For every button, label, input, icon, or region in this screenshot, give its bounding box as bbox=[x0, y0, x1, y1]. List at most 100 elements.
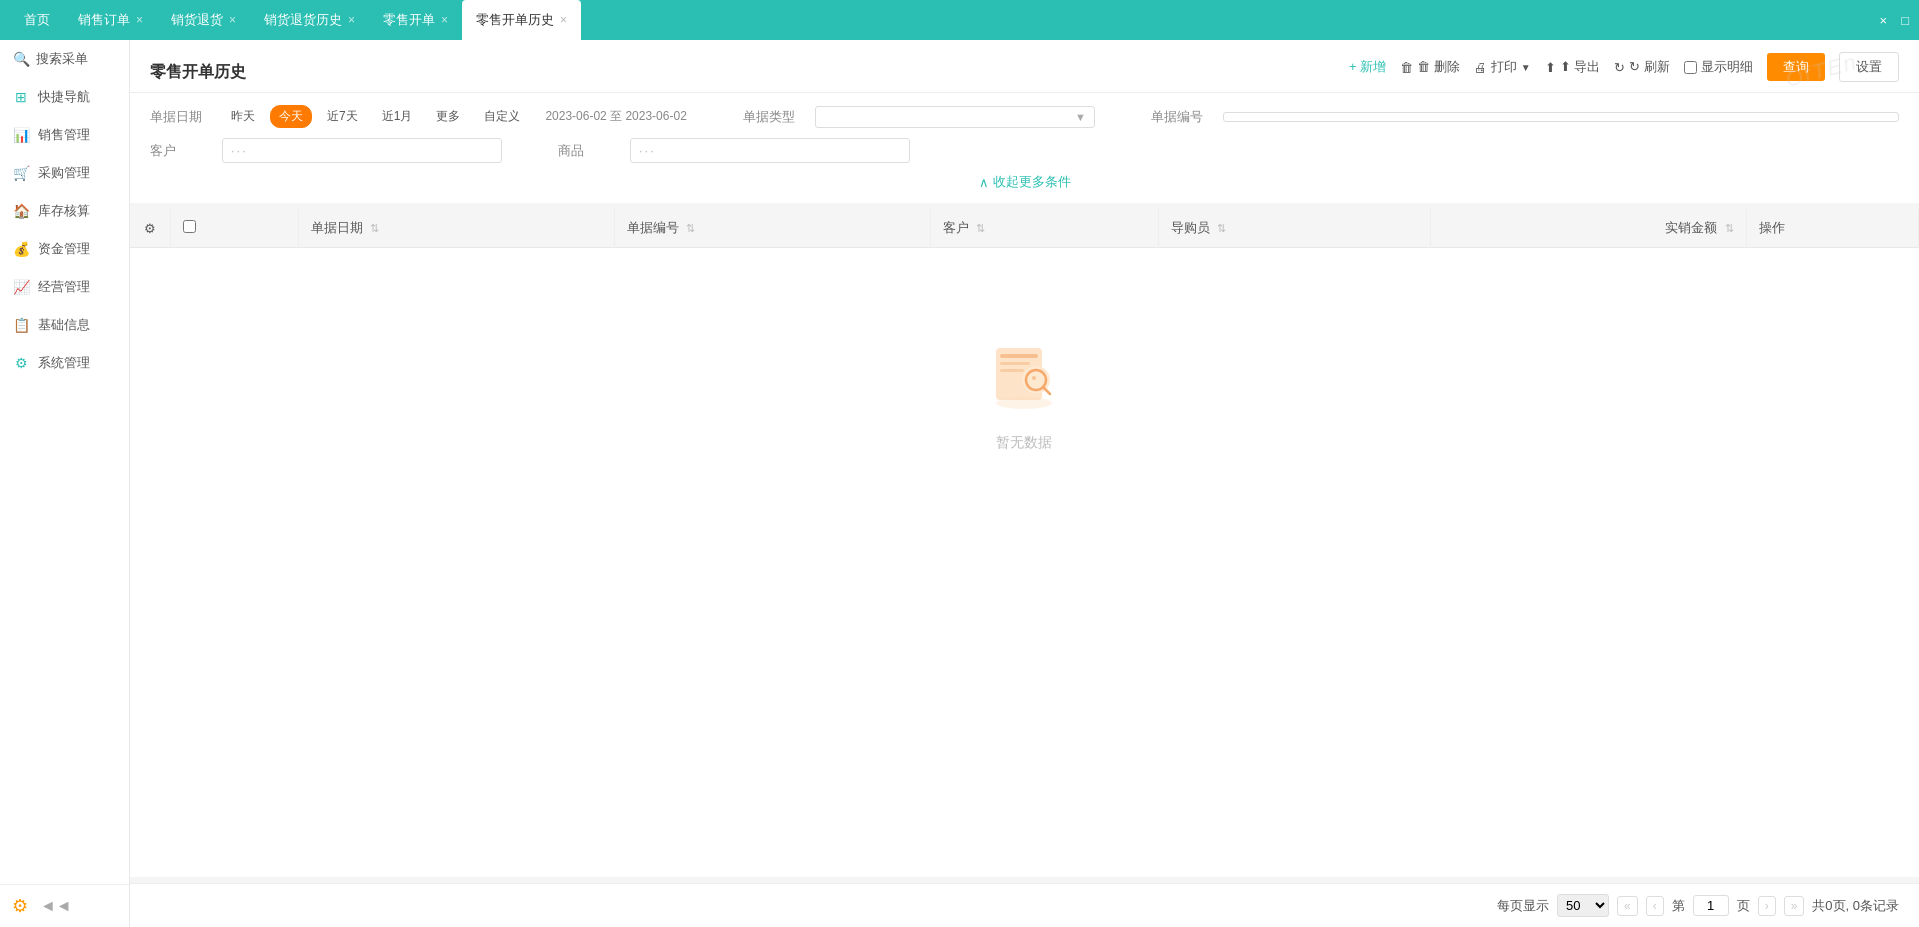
sort-number-icon[interactable]: ⇅ bbox=[686, 222, 695, 234]
table-settings-icon[interactable]: ⚙ bbox=[144, 221, 156, 236]
empty-state-row: 暂无数据 bbox=[130, 248, 1919, 533]
col-date[interactable]: 单据日期 ⇅ bbox=[298, 209, 614, 248]
goods-filter-input[interactable]: ··· bbox=[630, 138, 910, 163]
svg-rect-2 bbox=[1000, 354, 1038, 358]
col-customer-label: 客户 bbox=[943, 220, 969, 235]
show-detail-label: 显示明细 bbox=[1701, 58, 1753, 76]
sidebar-item-finance[interactable]: 💰 资金管理 bbox=[0, 230, 129, 268]
col-settings[interactable]: ⚙ bbox=[130, 209, 170, 248]
page-input[interactable] bbox=[1693, 895, 1729, 916]
tab-sales-return[interactable]: 销货退货 × bbox=[157, 0, 250, 40]
type-filter-label: 单据类型 bbox=[743, 108, 799, 126]
sidebar-item-label: 库存核算 bbox=[38, 202, 90, 220]
show-detail-checkbox[interactable]: 显示明细 bbox=[1684, 58, 1753, 76]
col-action-label: 操作 bbox=[1759, 220, 1785, 235]
system-icon: ⚙ bbox=[12, 354, 30, 372]
customer-input-dots: ··· bbox=[231, 143, 248, 158]
col-amount[interactable]: 实销金额 ⇅ bbox=[1430, 209, 1746, 248]
print-icon: 🖨 bbox=[1474, 60, 1487, 75]
tab-sales-return-history[interactable]: 销货退货历史 × bbox=[250, 0, 369, 40]
sidebar-item-system[interactable]: ⚙ 系统管理 bbox=[0, 344, 129, 382]
delete-button[interactable]: 🗑 🗑 删除 bbox=[1400, 58, 1460, 76]
sort-salesperson-icon[interactable]: ⇅ bbox=[1217, 222, 1226, 234]
col-date-label: 单据日期 bbox=[311, 220, 363, 235]
date-btn-yesterday[interactable]: 昨天 bbox=[222, 105, 264, 128]
settings-button[interactable]: 设置 bbox=[1839, 52, 1899, 82]
tab-retail-history[interactable]: 零售开单历史 × bbox=[462, 0, 581, 40]
sidebar-item-label: 采购管理 bbox=[38, 164, 90, 182]
svg-rect-4 bbox=[1000, 369, 1024, 372]
sidebar-item-operations[interactable]: 📈 经营管理 bbox=[0, 268, 129, 306]
sort-amount-icon[interactable]: ⇅ bbox=[1725, 222, 1734, 234]
tab-home-label: 首页 bbox=[24, 11, 50, 29]
col-number[interactable]: 单据编号 ⇅ bbox=[614, 209, 930, 248]
sort-customer-icon[interactable]: ⇅ bbox=[976, 222, 985, 234]
sidebar-settings-icon[interactable]: ⚙ bbox=[12, 895, 28, 917]
tab-sales-order-label: 销售订单 bbox=[78, 11, 130, 29]
refresh-button[interactable]: ↻ ↻ 刷新 bbox=[1614, 58, 1670, 76]
export-button[interactable]: ⬆ ⬆ 导出 bbox=[1545, 58, 1601, 76]
date-btn-7days[interactable]: 近7天 bbox=[318, 105, 367, 128]
print-button[interactable]: 🖨 打印 ▼ bbox=[1474, 58, 1531, 76]
collapse-button[interactable]: ∧ 收起更多条件 bbox=[979, 173, 1071, 191]
col-salesperson[interactable]: 导购员 ⇅ bbox=[1158, 209, 1430, 248]
customer-filter-input[interactable]: ··· bbox=[222, 138, 502, 163]
toolbar: + 新增 🗑 🗑 删除 🖨 打印 ▼ ⬆ ⬆ 导出 ↻ ↻ 刷新 bbox=[1349, 52, 1899, 92]
customer-filter-label: 客户 bbox=[150, 142, 206, 160]
sidebar-search[interactable]: 🔍 搜索采单 bbox=[0, 40, 129, 78]
first-page-button[interactable]: « bbox=[1617, 896, 1638, 916]
add-button[interactable]: + 新增 bbox=[1349, 58, 1386, 76]
tab-home[interactable]: 首页 bbox=[10, 0, 64, 40]
sidebar-item-sales-mgmt[interactable]: 📊 销售管理 bbox=[0, 116, 129, 154]
sales-mgmt-icon: 📊 bbox=[12, 126, 30, 144]
close-icon[interactable]: × bbox=[229, 13, 236, 27]
refresh-icon: ↻ bbox=[1614, 60, 1625, 75]
page-label: 第 bbox=[1672, 897, 1685, 915]
sidebar-item-inventory[interactable]: 🏠 库存核算 bbox=[0, 192, 129, 230]
type-filter-select[interactable]: ▼ bbox=[815, 106, 1095, 128]
sidebar-item-quick-nav[interactable]: ⊞ 快捷导航 bbox=[0, 78, 129, 116]
date-btn-1month[interactable]: 近1月 bbox=[373, 105, 422, 128]
window-restore-btn[interactable]: □ bbox=[1901, 13, 1909, 28]
date-btn-more[interactable]: 更多 bbox=[427, 105, 469, 128]
select-all-checkbox[interactable] bbox=[183, 220, 196, 233]
tab-retail-open-label: 零售开单 bbox=[383, 11, 435, 29]
col-salesperson-label: 导购员 bbox=[1171, 220, 1210, 235]
empty-text: 暂无数据 bbox=[996, 434, 1052, 452]
date-btn-custom[interactable]: 自定义 bbox=[475, 105, 529, 128]
close-icon[interactable]: × bbox=[441, 13, 448, 27]
show-detail-input[interactable] bbox=[1684, 61, 1697, 74]
close-icon[interactable]: × bbox=[136, 13, 143, 27]
sort-date-icon[interactable]: ⇅ bbox=[370, 222, 379, 234]
query-button[interactable]: 查询 bbox=[1767, 53, 1825, 81]
quick-nav-icon: ⊞ bbox=[12, 88, 30, 106]
export-icon: ⬆ bbox=[1545, 60, 1556, 75]
pagination-bar: 每页显示 50 10 20 100 « ‹ 第 页 › » 共0页, 0条记录 bbox=[130, 883, 1919, 927]
export-label: ⬆ 导出 bbox=[1560, 58, 1601, 76]
page-title: 零售开单历史 bbox=[150, 62, 246, 83]
purchase-mgmt-icon: 🛒 bbox=[12, 164, 30, 182]
search-icon: 🔍 bbox=[12, 50, 30, 68]
date-btn-today[interactable]: 今天 bbox=[270, 105, 312, 128]
close-tab-icon[interactable]: × bbox=[560, 13, 567, 27]
sidebar-item-purchase-mgmt[interactable]: 🛒 采购管理 bbox=[0, 154, 129, 192]
col-customer[interactable]: 客户 ⇅ bbox=[930, 209, 1158, 248]
tab-sales-order[interactable]: 销售订单 × bbox=[64, 0, 157, 40]
per-page-select[interactable]: 50 10 20 100 bbox=[1557, 894, 1609, 917]
sidebar-bottom: ⚙ ◄◄ bbox=[0, 884, 129, 927]
prev-page-button[interactable]: ‹ bbox=[1646, 896, 1664, 916]
inventory-icon: 🏠 bbox=[12, 202, 30, 220]
number-filter-input[interactable] bbox=[1223, 112, 1899, 122]
tab-retail-open[interactable]: 零售开单 × bbox=[369, 0, 462, 40]
sidebar-item-basic-info[interactable]: 📋 基础信息 bbox=[0, 306, 129, 344]
sidebar-collapse-icon[interactable]: ◄◄ bbox=[40, 897, 72, 915]
close-icon[interactable]: × bbox=[348, 13, 355, 27]
sidebar-item-label: 资金管理 bbox=[38, 240, 90, 258]
window-close-btn[interactable]: × bbox=[1880, 13, 1888, 28]
sidebar-item-label: 快捷导航 bbox=[38, 88, 90, 106]
empty-state: 暂无数据 bbox=[130, 248, 1919, 532]
sidebar: 🔍 搜索采单 ⊞ 快捷导航 📊 销售管理 🛒 采购管理 🏠 库存核算 💰 资金管… bbox=[0, 40, 130, 927]
last-page-button[interactable]: » bbox=[1784, 896, 1805, 916]
print-chevron-icon: ▼ bbox=[1521, 62, 1531, 73]
next-page-button[interactable]: › bbox=[1758, 896, 1776, 916]
